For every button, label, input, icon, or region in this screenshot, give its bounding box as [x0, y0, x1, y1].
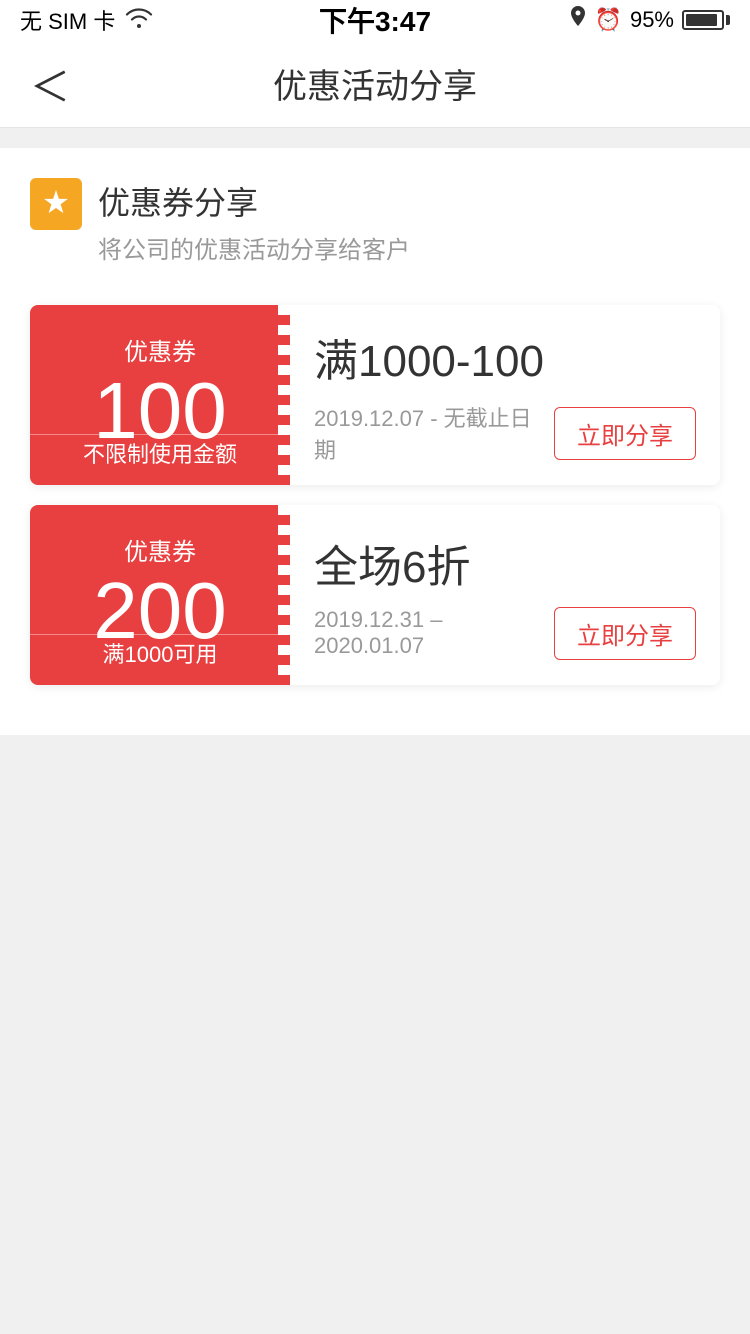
coupon-divider-1: [30, 434, 290, 435]
wifi-icon: [125, 6, 153, 34]
coupon-meta-row-2: 2019.12.31 – 2020.01.07 立即分享: [314, 607, 696, 660]
back-button[interactable]: ＜: [30, 55, 70, 113]
coupon-name-1: 满1000-100: [314, 325, 696, 389]
nav-bar: ＜ 优惠活动分享: [0, 40, 750, 128]
location-icon: [569, 6, 587, 34]
battery-percent: 95%: [630, 7, 674, 33]
section-text-group: 优惠券分享 将公司的优惠活动分享给客户: [98, 178, 410, 265]
coupon-name-2: 全场6折: [314, 531, 696, 595]
section-header: 优惠券分享 将公司的优惠活动分享给客户: [0, 148, 750, 285]
coupon-divider-2: [30, 634, 290, 635]
coupon-condition-2: 满1000可用: [30, 637, 290, 669]
status-time: 下午3:47: [319, 0, 431, 40]
share-button-2[interactable]: 立即分享: [554, 607, 696, 660]
coupon-right-2: 全场6折 2019.12.31 – 2020.01.07 立即分享: [290, 505, 720, 685]
alarm-icon: ⏰: [595, 7, 622, 33]
section-subtitle: 将公司的优惠活动分享给客户: [98, 230, 410, 265]
status-right: ⏰ 95%: [569, 6, 730, 34]
coupon-card-2: 优惠券 200 满1000可用 全场6折 2019.12.31 – 2020.0…: [30, 505, 720, 685]
status-bar: 无 SIM 卡 下午3:47 ⏰ 95%: [0, 0, 750, 40]
coupon-date-1: 2019.12.07 - 无截止日期: [314, 401, 544, 465]
status-left: 无 SIM 卡: [20, 4, 153, 36]
coupon-right-1: 满1000-100 2019.12.07 - 无截止日期 立即分享: [290, 305, 720, 485]
coupon-label-2: 优惠券: [124, 532, 196, 567]
battery-icon: [682, 10, 730, 30]
share-button-1[interactable]: 立即分享: [554, 407, 696, 460]
nav-title: 优惠活动分享: [273, 59, 477, 108]
coupon-condition-1: 不限制使用金额: [30, 437, 290, 469]
coupon-card-1: 优惠券 100 不限制使用金额 满1000-100 2019.12.07 - 无…: [30, 305, 720, 485]
coupon-meta-row-1: 2019.12.07 - 无截止日期 立即分享: [314, 401, 696, 465]
coupon-date-2: 2019.12.31 – 2020.01.07: [314, 607, 544, 659]
coupon-label-1: 优惠券: [124, 332, 196, 367]
coupon-list: 优惠券 100 不限制使用金额 满1000-100 2019.12.07 - 无…: [0, 285, 750, 735]
coupon-left-2: 优惠券 200 满1000可用: [30, 505, 290, 685]
section-title: 优惠券分享: [98, 178, 410, 224]
coupon-section-icon: [30, 178, 82, 230]
coupon-left-1: 优惠券 100 不限制使用金额: [30, 305, 290, 485]
carrier-label: 无 SIM 卡: [20, 4, 115, 36]
